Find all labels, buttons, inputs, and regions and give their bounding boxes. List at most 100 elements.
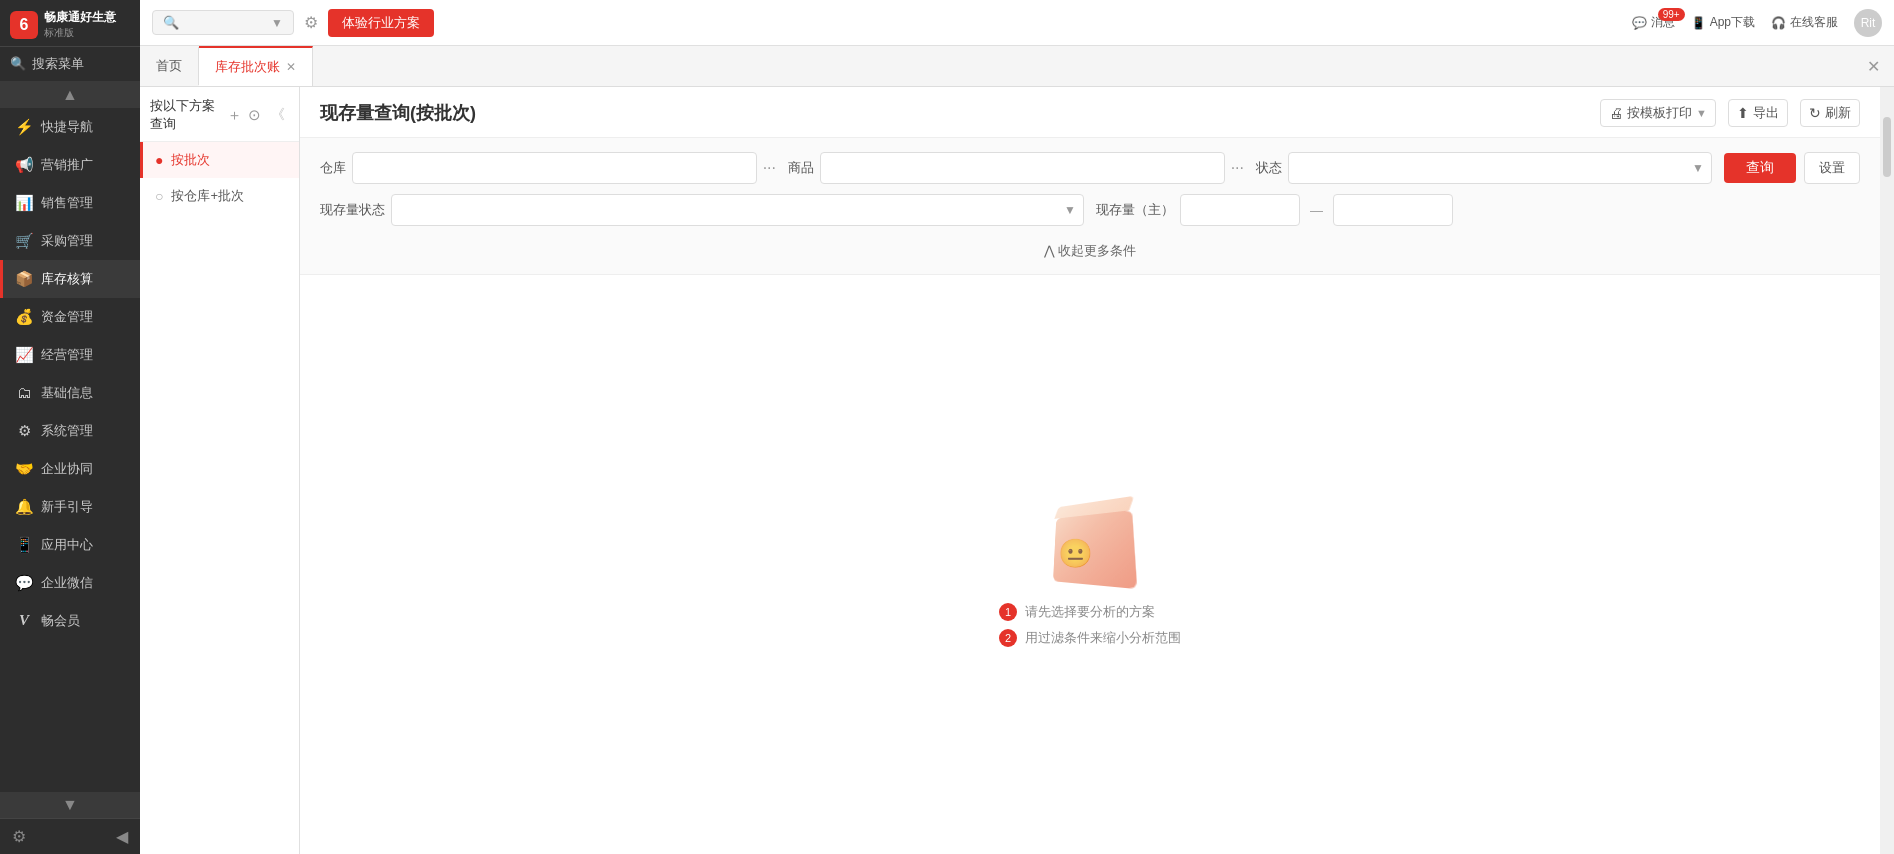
tab-home[interactable]: 首页 <box>140 47 199 85</box>
sidebar-item-label: 企业微信 <box>41 574 93 592</box>
sidebar-item-label: 经营管理 <box>41 346 93 364</box>
company-name: 畅康通好生意 <box>44 10 116 26</box>
collapse-panel-button[interactable]: 《 <box>267 106 289 125</box>
inventory-status-select[interactable] <box>391 194 1084 226</box>
sidebar-item-finance[interactable]: 💰 资金管理 <box>0 298 140 336</box>
appstore-icon: 📱 <box>15 536 33 554</box>
solution-item-batch[interactable]: ● 按批次 <box>140 142 299 178</box>
topbar-dropdown-icon[interactable]: ▼ <box>271 16 283 30</box>
tab-panel-close-button[interactable]: ✕ <box>1853 47 1894 86</box>
sidebar-item-label: 畅会员 <box>41 612 80 630</box>
member-icon: V <box>15 612 33 629</box>
product-filter-cell: 商品 ··· <box>788 152 1244 184</box>
topbar: 🔍 ▼ ⚙ 体验行业方案 💬 消息 99+ 📱 App下载 🎧 在线客服 Rit <box>140 0 1894 46</box>
solution-panel-title: 按以下方案查询 <box>150 97 227 133</box>
sidebar-item-shortcuts[interactable]: ⚡ 快捷导航 <box>0 108 140 146</box>
sidebar-item-sales[interactable]: 📊 销售管理 <box>0 184 140 222</box>
quantity-min-input[interactable] <box>1180 194 1300 226</box>
sidebar-item-label: 基础信息 <box>41 384 93 402</box>
topbar-search[interactable]: 🔍 ▼ <box>152 10 294 35</box>
topbar-settings-icon[interactable]: ⚙ <box>304 13 318 32</box>
right-scrollbar[interactable] <box>1880 87 1894 854</box>
warehouse-more-icon[interactable]: ··· <box>763 159 776 177</box>
user-avatar[interactable]: Rit <box>1854 9 1882 37</box>
sidebar-item-system[interactable]: ⚙ 系统管理 <box>0 412 140 450</box>
refresh-label: 刷新 <box>1825 104 1851 122</box>
tab-batch-account[interactable]: 库存批次账 ✕ <box>199 46 313 86</box>
guide-icon: 🔔 <box>15 498 33 516</box>
sidebar-item-appstore[interactable]: 📱 应用中心 <box>0 526 140 564</box>
step-2-num: 2 <box>999 629 1017 647</box>
filter-settings-button[interactable]: 设置 <box>1804 152 1860 184</box>
content-area: 按以下方案查询 ＋ ⊙ 《 ● 按批次 ○ 按仓库+批次 现存量查询(按批次) <box>140 87 1894 854</box>
collapse-sidebar-icon[interactable]: ◀ <box>116 827 128 846</box>
wechat-icon: 💬 <box>15 574 33 592</box>
quantity-max-input[interactable] <box>1333 194 1453 226</box>
filter-actions: 查询 设置 <box>1724 152 1860 184</box>
status-filter-cell: 状态 ▼ <box>1256 152 1712 184</box>
topbar-search-input[interactable] <box>185 16 265 30</box>
query-button[interactable]: 查询 <box>1724 153 1796 183</box>
settings-footer-icon[interactable]: ⚙ <box>12 827 26 846</box>
sidebar-item-enterprise[interactable]: 🤝 企业协同 <box>0 450 140 488</box>
refresh-icon: ↻ <box>1809 105 1821 121</box>
empty-state: 😐 1 请先选择要分析的方案 2 用过滤条件来缩小分析范围 <box>300 275 1880 854</box>
operations-icon: 📈 <box>15 346 33 364</box>
solution-inactive-icon: ○ <box>155 188 163 204</box>
tab-close-button[interactable]: ✕ <box>286 60 296 74</box>
sidebar-item-inventory[interactable]: 📦 库存核算 <box>0 260 140 298</box>
topbar-search-icon: 🔍 <box>163 15 179 30</box>
filter-row-1: 仓库 ··· 商品 ··· 状态 <box>320 152 1860 184</box>
sales-icon: 📊 <box>15 194 33 212</box>
product-input[interactable] <box>820 152 1225 184</box>
trial-button[interactable]: 体验行业方案 <box>328 9 434 37</box>
app-logo: 6 <box>10 11 38 39</box>
sidebar-item-label: 企业协同 <box>41 460 93 478</box>
app-download-label: App下载 <box>1710 14 1755 31</box>
quantity-filter-cell: 现存量（主） — <box>1096 194 1860 226</box>
sidebar-item-guide[interactable]: 🔔 新手引导 <box>0 488 140 526</box>
sidebar-item-operations[interactable]: 📈 经营管理 <box>0 336 140 374</box>
shortcuts-icon: ⚡ <box>15 118 33 136</box>
sidebar-item-marketing[interactable]: 📢 营销推广 <box>0 146 140 184</box>
warehouse-label: 仓库 <box>320 159 346 177</box>
online-service-action[interactable]: 🎧 在线客服 <box>1771 14 1838 31</box>
sidebar-item-label: 采购管理 <box>41 232 93 250</box>
add-solution-button[interactable]: ＋ <box>227 106 242 125</box>
solution-item-label: 按仓库+批次 <box>171 187 244 205</box>
online-service-icon: 🎧 <box>1771 16 1786 30</box>
quantity-label: 现存量（主） <box>1096 201 1174 219</box>
export-button[interactable]: ⬆ 导出 <box>1728 99 1788 127</box>
scroll-down-button[interactable]: ▼ <box>0 792 140 818</box>
enterprise-icon: 🤝 <box>15 460 33 478</box>
finance-icon: 💰 <box>15 308 33 326</box>
sidebar-item-wechat[interactable]: 💬 企业微信 <box>0 564 140 602</box>
sidebar-item-basic[interactable]: 🗂 基础信息 <box>0 374 140 412</box>
solution-active-icon: ● <box>155 152 163 168</box>
tabs-bar: 首页 库存批次账 ✕ ✕ <box>140 46 1894 87</box>
warehouse-input[interactable] <box>352 152 757 184</box>
main-area: 🔍 ▼ ⚙ 体验行业方案 💬 消息 99+ 📱 App下载 🎧 在线客服 Rit <box>140 0 1894 854</box>
print-dropdown-icon[interactable]: ▼ <box>1696 107 1707 119</box>
solution-panel-header: 按以下方案查询 ＋ ⊙ 《 <box>140 87 299 142</box>
scrollbar-thumb[interactable] <box>1883 117 1891 177</box>
filter-area: 仓库 ··· 商品 ··· 状态 <box>300 138 1880 275</box>
print-button[interactable]: 🖨 按模板打印 ▼ <box>1600 99 1716 127</box>
message-icon: 💬 <box>1632 16 1647 30</box>
solution-item-warehouse-batch[interactable]: ○ 按仓库+批次 <box>140 178 299 214</box>
sidebar-item-label: 快捷导航 <box>41 118 93 136</box>
status-select[interactable] <box>1288 152 1712 184</box>
sidebar-item-purchase[interactable]: 🛒 采购管理 <box>0 222 140 260</box>
product-more-icon[interactable]: ··· <box>1231 159 1244 177</box>
messages-action[interactable]: 💬 消息 99+ <box>1632 14 1675 31</box>
collapse-more-button[interactable]: ⋀ 收起更多条件 <box>320 236 1860 266</box>
refresh-button[interactable]: ↻ 刷新 <box>1800 99 1860 127</box>
app-download-action[interactable]: 📱 App下载 <box>1691 14 1755 31</box>
search-menu-item[interactable]: 🔍 搜索菜单 <box>0 47 140 82</box>
sidebar-footer: ⚙ ◀ <box>0 818 140 854</box>
settings-solution-button[interactable]: ⊙ <box>248 106 261 125</box>
step-1-num: 1 <box>999 603 1017 621</box>
scroll-up-button[interactable]: ▲ <box>0 82 140 108</box>
app-download-icon: 📱 <box>1691 16 1706 30</box>
sidebar-item-member[interactable]: V 畅会员 <box>0 602 140 640</box>
